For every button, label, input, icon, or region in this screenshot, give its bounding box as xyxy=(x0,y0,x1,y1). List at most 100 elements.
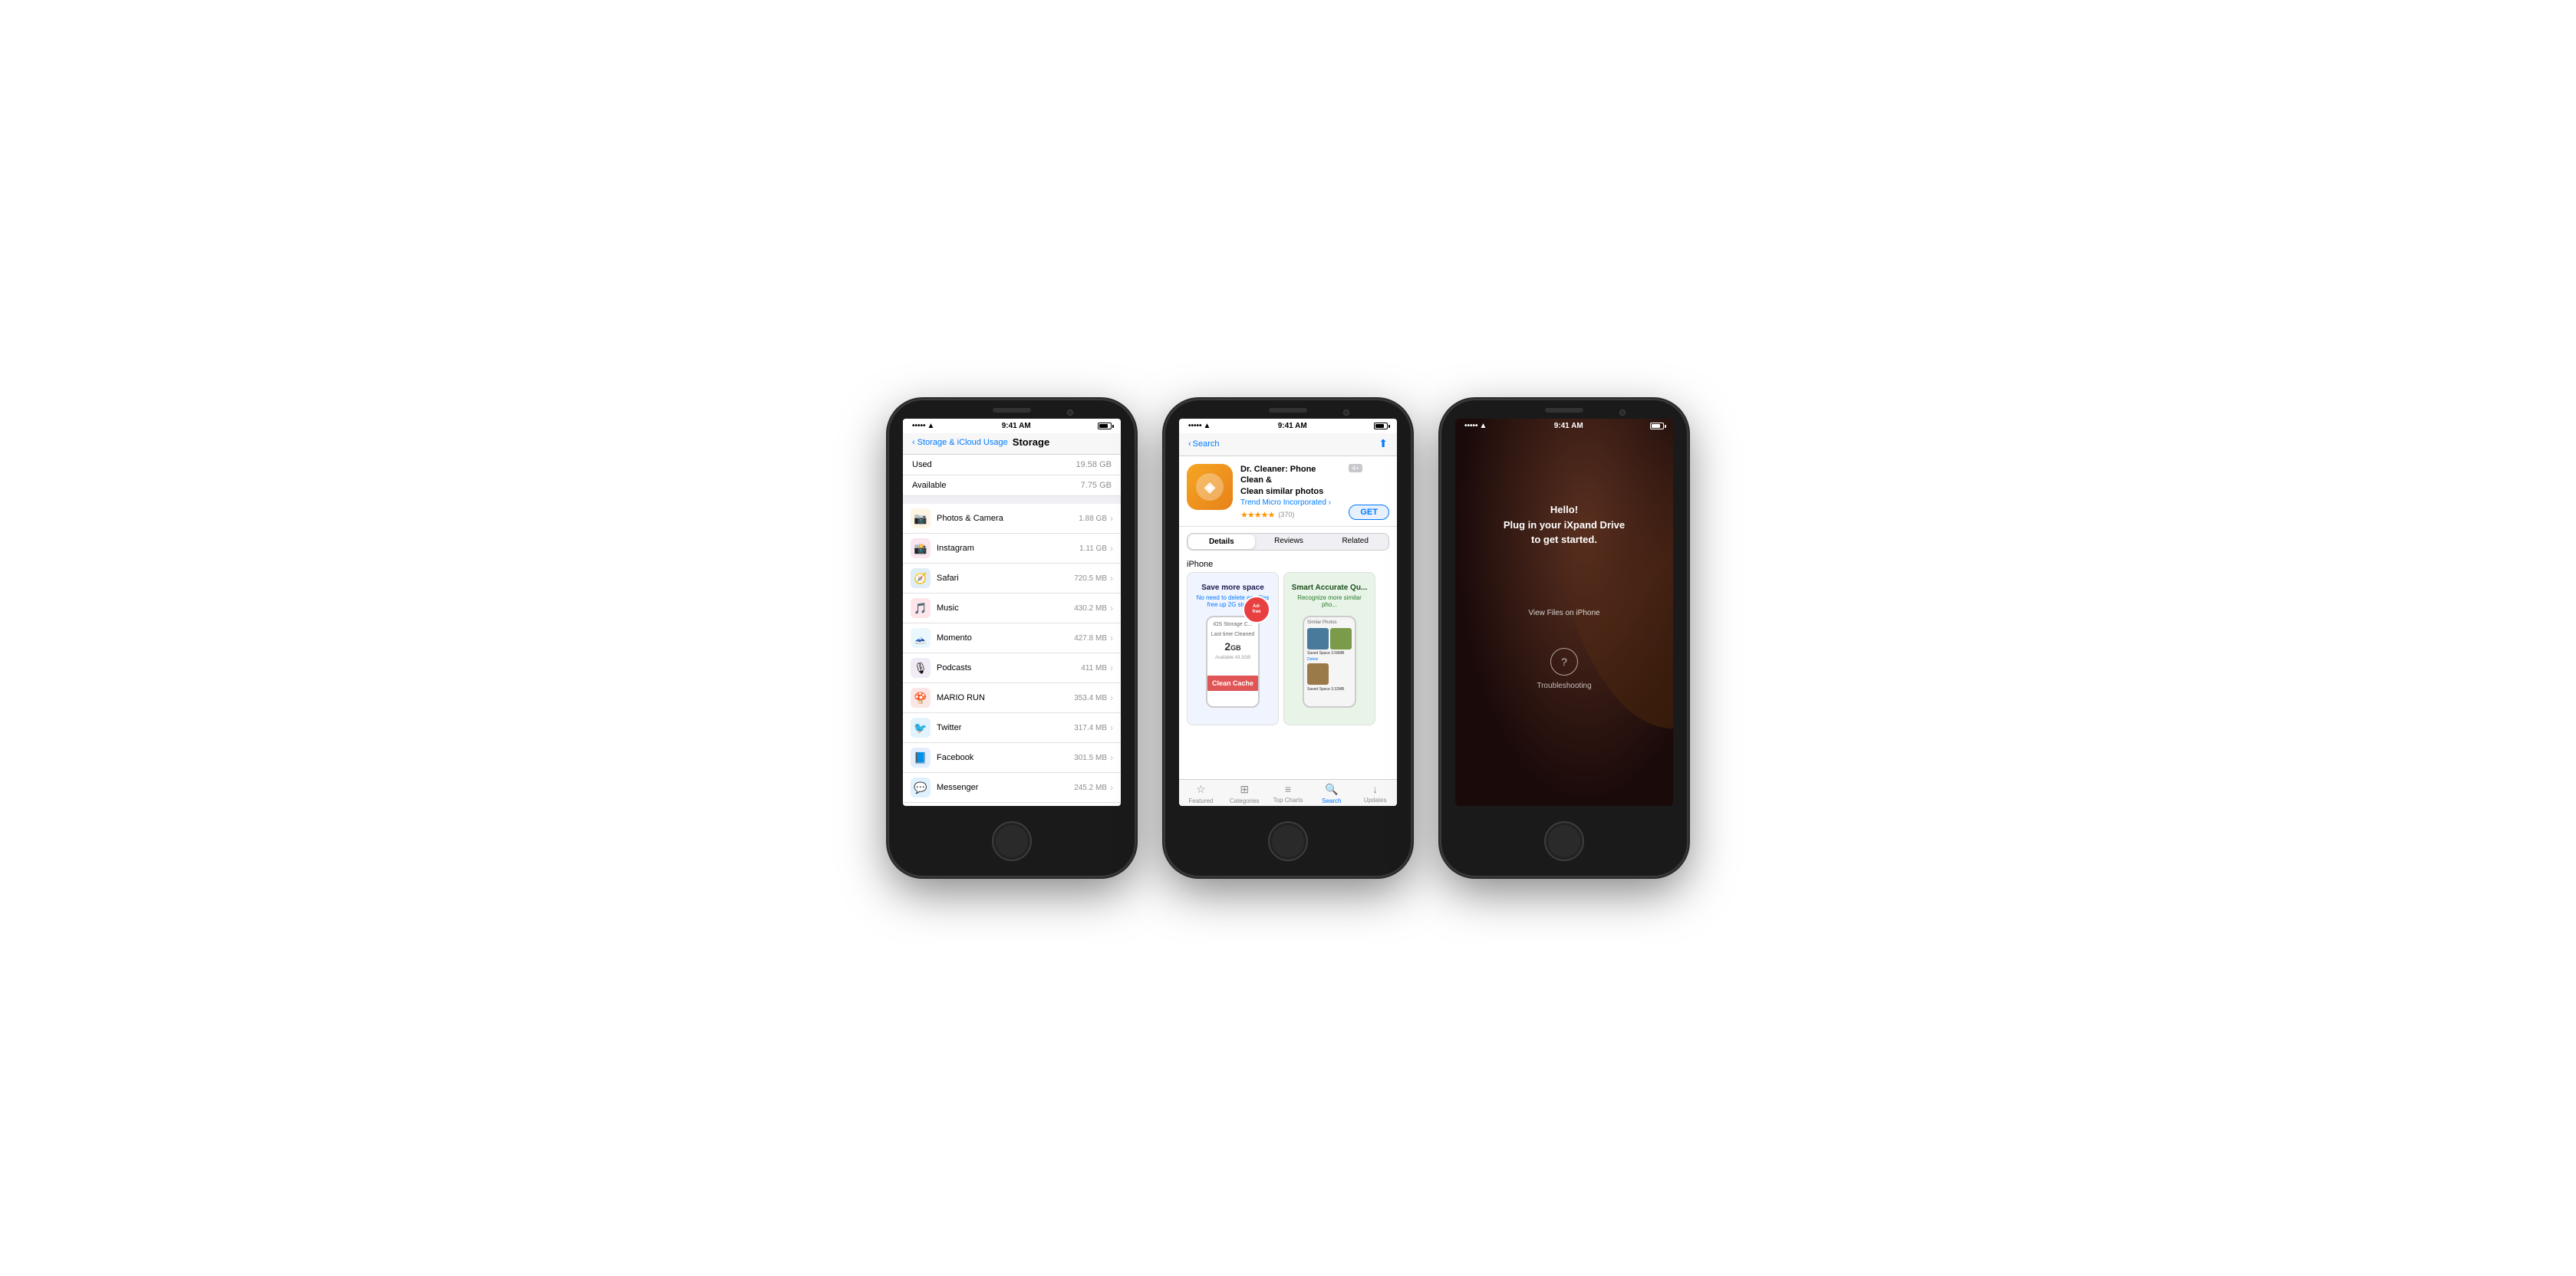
ixpand-instruction2: to get started. xyxy=(1531,534,1597,545)
status-time-1: 9:41 AM xyxy=(1002,422,1031,430)
age-badge: 4+ xyxy=(1349,464,1362,472)
ss2-sub: Recognize more similar pho... xyxy=(1284,593,1375,610)
app-size: 720.5 MB xyxy=(1074,574,1107,583)
categories-label: Categories xyxy=(1230,798,1260,804)
storage-divider xyxy=(903,496,1121,504)
tab-updates[interactable]: ↓ Updates xyxy=(1353,783,1397,804)
screenshot-2: Smart Accurate Qu... Recognize more simi… xyxy=(1283,572,1375,725)
app-icon-placeholder: 🧭 xyxy=(911,568,931,588)
app-size: 427.8 MB xyxy=(1074,634,1107,643)
screenshot-2-inner: Smart Accurate Qu... Recognize more simi… xyxy=(1284,573,1375,725)
wifi-icon-3: ▲ xyxy=(1480,422,1487,430)
app-developer[interactable]: Trend Micro Incorporated › xyxy=(1240,498,1341,507)
app-icon-placeholder: 🎙 xyxy=(911,658,931,678)
tab-top-charts[interactable]: ≡ Top Charts xyxy=(1267,783,1310,804)
app-icon-inner: ◈ xyxy=(1196,473,1224,501)
wifi-icon: ▲ xyxy=(927,422,935,430)
status-bar-1: ••••• ▲ 9:41 AM xyxy=(903,419,1121,433)
list-item[interactable]: 🧭 Safari 720.5 MB › xyxy=(903,564,1121,594)
ixpand-troubleshoot-btn[interactable]: Troubleshooting xyxy=(1537,682,1591,690)
tab-details[interactable]: Details xyxy=(1188,534,1255,549)
home-button-3[interactable] xyxy=(1544,821,1584,861)
app-icon-placeholder: 📘 xyxy=(911,748,931,768)
storage-back-btn[interactable]: ‹ Storage & iCloud Usage xyxy=(912,438,1008,447)
list-item[interactable]: 📘 Facebook 301.5 MB › xyxy=(903,743,1121,773)
home-button-2[interactable] xyxy=(1268,821,1308,861)
status-signal-3: ••••• ▲ xyxy=(1464,422,1487,430)
phone-2: ••••• ▲ 9:41 AM ‹ Search ⬆ xyxy=(1165,400,1411,876)
get-button[interactable]: GET xyxy=(1349,505,1389,520)
tab-search[interactable]: 🔍 Search xyxy=(1309,783,1353,804)
list-item[interactable]: 🎵 Music 430.2 MB › xyxy=(903,594,1121,623)
phone-1-top xyxy=(889,400,1135,413)
chevron-right-icon: › xyxy=(1110,513,1113,524)
chevron-right-icon: › xyxy=(1110,573,1113,584)
status-signal-2: ••••• ▲ xyxy=(1188,422,1211,430)
list-item[interactable]: 🐦 Twitter 317.4 MB › xyxy=(903,713,1121,743)
app-header: ◈ Dr. Cleaner: Phone Clean & Clean simil… xyxy=(1179,456,1397,527)
scene: ••••• ▲ 9:41 AM ‹ Storage & iCloud Usage xyxy=(858,370,1718,906)
battery-icon-3 xyxy=(1650,423,1664,429)
signal-dots-3: ••••• xyxy=(1464,422,1478,430)
phone-3-screen: ••••• ▲ 9:41 AM Hello! Plug in your iXpa… xyxy=(1455,419,1673,806)
phone-mockup-mini-2: Similar Photos Saved Space 3.58MB Delete… xyxy=(1303,616,1356,708)
used-value: 19.58 GB xyxy=(1076,460,1112,469)
speaker-3 xyxy=(1545,408,1583,413)
list-item[interactable]: 🗻 Momento 427.8 MB › xyxy=(903,623,1121,653)
list-item[interactable]: 🍄 MARIO RUN 353.4 MB › xyxy=(903,683,1121,713)
share-button[interactable]: ⬆ xyxy=(1379,437,1388,450)
home-button-1[interactable] xyxy=(992,821,1032,861)
signal-dots: ••••• xyxy=(912,422,926,430)
app-icon-placeholder: 📸 xyxy=(911,538,931,558)
ixpand-view-files-btn[interactable]: View Files on iPhone xyxy=(1528,609,1599,617)
phone-3-bottom xyxy=(1544,806,1584,876)
status-time-3: 9:41 AM xyxy=(1554,422,1583,430)
ss1-title: Save more space xyxy=(1195,583,1270,593)
app-name: Twitter xyxy=(937,723,1074,732)
front-camera xyxy=(1067,409,1073,416)
screenshot-1-inner: Save more space No need to delete any fi… xyxy=(1188,573,1278,725)
app-header-right: 4+ GET xyxy=(1349,464,1389,520)
chevron-right-icon: › xyxy=(1110,603,1113,613)
phone-1-screen: ••••• ▲ 9:41 AM ‹ Storage & iCloud Usage xyxy=(903,419,1121,806)
app-size: 245.2 MB xyxy=(1074,784,1107,792)
tab-categories[interactable]: ⊞ Categories xyxy=(1223,783,1267,804)
phone-1-bottom xyxy=(992,806,1032,876)
chevron-right-icon: › xyxy=(1110,663,1113,673)
app-size: 353.4 MB xyxy=(1074,694,1107,702)
available-label: Available xyxy=(912,481,946,490)
ixpand-help-btn[interactable]: ? xyxy=(1550,648,1578,676)
tab-reviews[interactable]: Reviews xyxy=(1256,534,1323,550)
clean-cache-btn[interactable]: Clean Cache xyxy=(1206,676,1260,691)
ixpand-instruction1: Plug in your iXpand Drive xyxy=(1504,519,1625,531)
appstore-back-btn[interactable]: ‹ Search xyxy=(1188,439,1220,449)
top-charts-icon: ≡ xyxy=(1285,783,1291,795)
featured-icon: ☆ xyxy=(1196,783,1206,796)
featured-label: Featured xyxy=(1188,798,1213,804)
developer-arrow-icon: › xyxy=(1329,498,1331,507)
top-charts-label: Top Charts xyxy=(1273,797,1303,804)
list-item[interactable]: 🎙 Podcasts 411 MB › xyxy=(903,653,1121,683)
battery-fill-1 xyxy=(1099,424,1108,428)
segmented-control: Details Reviews Related xyxy=(1187,533,1389,551)
tab-featured[interactable]: ☆ Featured xyxy=(1179,783,1223,804)
chevron-right-icon: › xyxy=(1110,633,1113,643)
speaker xyxy=(993,408,1031,413)
screenshots-area: Save more space No need to delete any fi… xyxy=(1179,572,1397,725)
app-name: Podcasts xyxy=(937,663,1081,673)
battery-fill-3 xyxy=(1652,424,1660,428)
search-icon: 🔍 xyxy=(1325,783,1338,796)
back-chevron-icon: ‹ xyxy=(912,438,915,447)
tab-related[interactable]: Related xyxy=(1322,534,1388,550)
phone-1: ••••• ▲ 9:41 AM ‹ Storage & iCloud Usage xyxy=(889,400,1135,876)
list-item[interactable]: 💬 Messenger 245.2 MB › xyxy=(903,773,1121,803)
chevron-right-icon: › xyxy=(1110,692,1113,703)
status-battery-3 xyxy=(1650,423,1664,429)
screenshot-1: Save more space No need to delete any fi… xyxy=(1187,572,1279,725)
list-item[interactable]: 📸 Instagram 1.11 GB › xyxy=(903,534,1121,564)
rating-count: (370) xyxy=(1278,511,1294,518)
app-rating-row: ★★★★★ (370) xyxy=(1240,510,1341,520)
list-item[interactable]: 📷 Photos & Camera 1.88 GB › xyxy=(903,504,1121,534)
signal-dots-2: ••••• xyxy=(1188,422,1202,430)
battery-fill-2 xyxy=(1375,424,1384,428)
